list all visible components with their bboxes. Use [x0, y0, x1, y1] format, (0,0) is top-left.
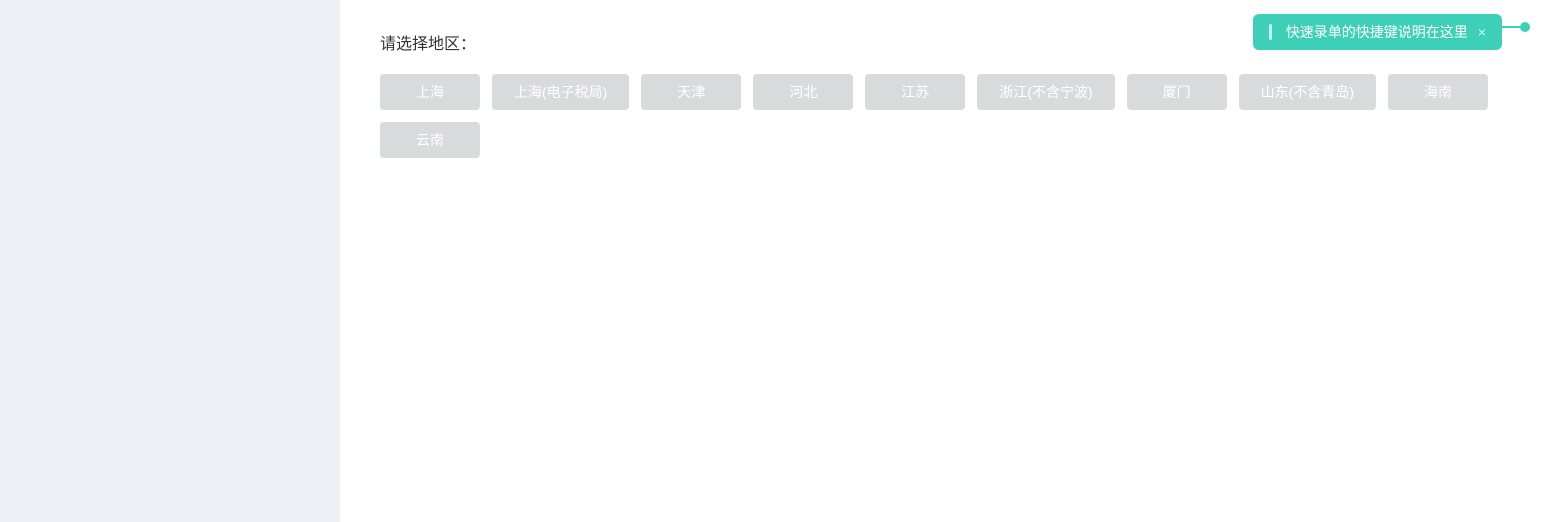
sidebar [0, 0, 340, 522]
region-buttons-container: 上海上海(电子税局) 天津河北江苏浙江(不含宁波) 厦门山东(不含青岛) 海南云南 [380, 74, 1522, 158]
region-btn-hebei[interactable]: 河北 [753, 74, 853, 110]
region-btn-zhejiang[interactable]: 浙江(不含宁波) [977, 74, 1114, 110]
tooltip-text: 快速录单的快捷键说明在这里 [1286, 22, 1468, 42]
tooltip-connector-line [1502, 26, 1520, 28]
tooltip-connector-dot [1520, 22, 1530, 32]
region-btn-hainan[interactable]: 海南 [1388, 74, 1488, 110]
region-btn-xiamen[interactable]: 厦门 [1127, 74, 1227, 110]
region-btn-shandong[interactable]: 山东(不含青岛) [1239, 74, 1376, 110]
region-btn-shanghai[interactable]: 上海 [380, 74, 480, 110]
region-btn-tianjin[interactable]: 天津 [641, 74, 741, 110]
tooltip-close-button[interactable]: × [1478, 24, 1486, 40]
tooltip-banner: 快速录单的快捷键说明在这里 × [1253, 14, 1502, 50]
region-btn-jiangsu[interactable]: 江苏 [865, 74, 965, 110]
region-btn-yunnan[interactable]: 云南 [380, 122, 480, 158]
region-btn-shanghai-etax[interactable]: 上海(电子税局) [492, 74, 629, 110]
main-content: 请选择地区： 上海上海(电子税局)天津河北江苏浙江(不含宁波)厦门山东(不含青岛… [340, 0, 1562, 522]
